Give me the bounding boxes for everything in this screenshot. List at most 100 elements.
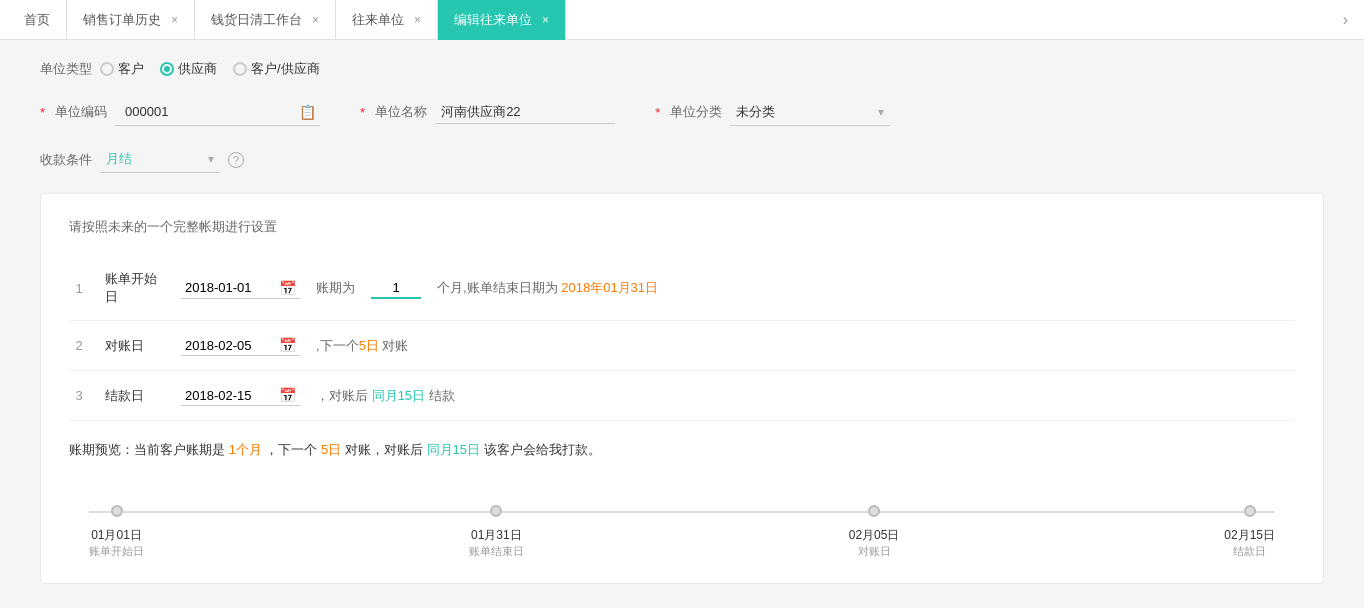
row-1-num: 1 [69,281,89,296]
preview-part3: 同月15日 [427,442,480,457]
timeline-point-4: 02月15日 结款日 [1224,483,1275,559]
unit-name-label: 单位名称 [375,103,427,121]
timeline-dot-4 [1244,505,1256,517]
row-1-period-input[interactable] [371,278,421,299]
radio-supplier-circle [160,62,174,76]
tab-home-label: 首页 [24,11,50,29]
timeline-label-4: 02月15日 [1224,527,1275,544]
radio-supplier-label: 供应商 [178,60,217,78]
unit-type-row: 单位类型 客户 供应商 客户/供应商 [40,60,1324,78]
timeline-point-1: 01月01日 账单开始日 [89,483,144,559]
timeline-label-1: 01月01日 [91,527,142,544]
preview-part1-suffix: ，下一个 [265,442,317,457]
radio-supplier[interactable]: 供应商 [160,60,217,78]
tab-edit-partner-label: 编辑往来单位 [454,11,532,29]
unit-name-input[interactable] [435,100,615,124]
period-card-hint: 请按照未来的一个完整帐期进行设置 [69,218,1295,236]
tab-bar: 首页 销售订单历史 × 钱货日清工作台 × 往来单位 × 编辑往来单位 × › [0,0,1364,40]
payment-terms-value: 月结 [106,150,202,168]
unit-code-star: * [40,105,45,120]
row-3-desc: ，对账后 同月15日 结款 [316,387,455,405]
tab-cash-workbench[interactable]: 钱货日清工作台 × [195,0,336,40]
tab-cash-workbench-close[interactable]: × [312,13,319,27]
period-row-3: 3 结款日 📅 ，对账后 同月15日 结款 [69,371,1295,421]
unit-category-dropdown-icon: ▾ [878,105,884,119]
row-1-desc-suffix: 个月,账单结束日期为 2018年01月31日 [437,279,658,297]
timeline-dot-1 [111,505,123,517]
unit-code-input-wrapper: 📋 [115,98,320,126]
unit-code-label: 单位编码 [55,103,107,121]
unit-type-label: 单位类型 [40,60,92,78]
timeline-dot-2 [490,505,502,517]
row-2-num: 2 [69,338,89,353]
unit-code-input[interactable] [119,100,299,123]
period-row-2: 2 对账日 📅 ,下一个5日 对账 [69,321,1295,371]
unit-type-field: 单位类型 客户 供应商 客户/供应商 [40,60,320,78]
radio-customer-circle [100,62,114,76]
tab-home[interactable]: 首页 [8,0,67,40]
row-1-desc-prefix: 账期为 [316,279,355,297]
row-2-day-highlight: 5日 [359,338,379,353]
unit-category-field: * 单位分类 未分类 ▾ [655,99,890,126]
row-2-date-input: 📅 [181,335,300,356]
tab-edit-partner[interactable]: 编辑往来单位 × [438,0,566,40]
payment-terms-select[interactable]: 月结 ▾ [100,146,220,173]
row-1-date-input: 📅 [181,278,300,299]
row-1-date-field[interactable] [185,280,275,295]
unit-name-field: * 单位名称 [360,100,615,124]
preview-part2-suffix: 对账，对账后 [345,442,423,457]
row-2-label: 对账日 [105,337,165,355]
row-1-label: 账单开始日 [105,270,165,306]
page-content: 单位类型 客户 供应商 客户/供应商 * 单位编码 [0,40,1364,608]
tab-cash-workbench-label: 钱货日清工作台 [211,11,302,29]
row-3-date-field[interactable] [185,388,275,403]
unit-category-select[interactable]: 未分类 ▾ [730,99,890,126]
timeline-label-2: 01月31日 [471,527,522,544]
timeline-point-2: 01月31日 账单结束日 [469,483,524,559]
payment-terms-dropdown-icon: ▾ [208,152,214,166]
unit-category-value: 未分类 [736,103,872,121]
tab-expand-icon[interactable]: › [1335,11,1356,29]
tab-sales-history-label: 销售订单历史 [83,11,161,29]
timeline-sublabel-1: 账单开始日 [89,544,144,559]
radio-both-circle [233,62,247,76]
radio-group: 客户 供应商 客户/供应商 [100,60,320,78]
row-3-date-input: 📅 [181,385,300,406]
row-2-calendar-icon[interactable]: 📅 [279,337,296,353]
unit-category-label: 单位分类 [670,103,722,121]
payment-terms-label: 收款条件 [40,151,92,169]
preview-text: 账期预览：当前客户账期是 1个月 ，下一个 5日 对账，对账后 同月15日 该客… [69,441,1295,459]
row-1-calendar-icon[interactable]: 📅 [279,280,296,296]
unit-category-star: * [655,105,660,120]
timeline-sublabel-2: 账单结束日 [469,544,524,559]
tab-edit-partner-close[interactable]: × [542,13,549,27]
preview-part2: 5日 [321,442,341,457]
tab-partner-unit[interactable]: 往来单位 × [336,0,438,40]
unit-code-calendar-icon[interactable]: 📋 [299,104,316,120]
timeline-dot-3 [868,505,880,517]
radio-customer-label: 客户 [118,60,144,78]
tab-sales-history-close[interactable]: × [171,13,178,27]
tab-partner-unit-label: 往来单位 [352,11,404,29]
unit-code-field: * 单位编码 📋 [40,98,320,126]
timeline-point-3: 02月05日 对账日 [849,483,900,559]
row-3-label: 结款日 [105,387,165,405]
row-2-date-field[interactable] [185,338,275,353]
tab-partner-unit-close[interactable]: × [414,13,421,27]
radio-customer[interactable]: 客户 [100,60,144,78]
timeline-sublabel-3: 对账日 [858,544,891,559]
payment-terms-row: 收款条件 月结 ▾ ? [40,146,1324,173]
timeline-label-3: 02月05日 [849,527,900,544]
radio-both-label: 客户/供应商 [251,60,320,78]
tab-sales-history[interactable]: 销售订单历史 × [67,0,195,40]
preview-prefix: 账期预览：当前客户账期是 [69,442,225,457]
timeline-wrapper: 01月01日 账单开始日 01月31日 账单结束日 [69,483,1295,559]
payment-terms-field: 收款条件 月结 ▾ ? [40,146,244,173]
row-3-calendar-icon[interactable]: 📅 [279,387,296,403]
unit-info-row: * 单位编码 📋 * 单位名称 * 单位分类 未分类 ▾ [40,98,1324,126]
radio-both[interactable]: 客户/供应商 [233,60,320,78]
help-icon[interactable]: ? [228,152,244,168]
row-3-day-highlight: 同月15日 [372,388,425,403]
timeline-sublabel-4: 结款日 [1233,544,1266,559]
row-2-desc: ,下一个5日 对账 [316,337,408,355]
